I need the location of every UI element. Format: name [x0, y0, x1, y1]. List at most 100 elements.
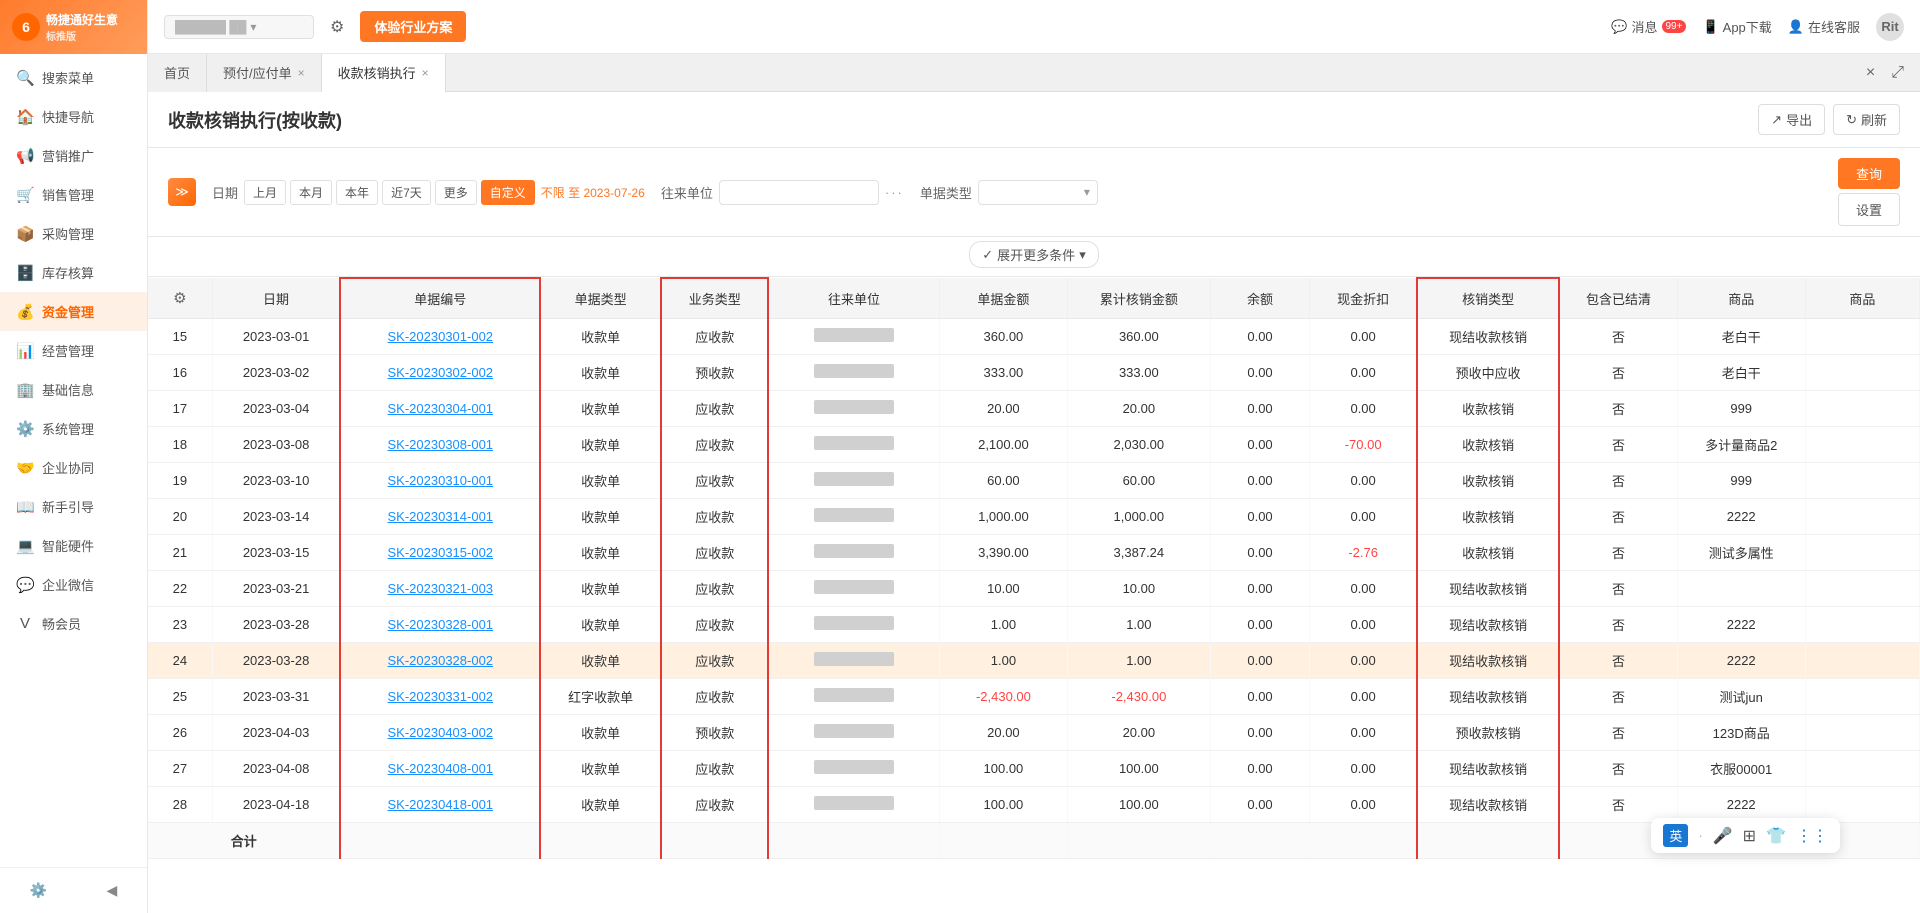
cell-accum: 100.00: [1068, 787, 1211, 823]
sidebar-label-finance: 资金管理: [42, 302, 94, 321]
topbar: ██████ ██ ▾ ⚙ 体验行业方案 💬 消息 99+ 📱 App下载 👤 …: [148, 0, 1920, 54]
doc-number-link[interactable]: SK-20230310-001: [388, 473, 494, 488]
table-row: 18 2023-03-08 SK-20230308-001 收款单 应收款 2,…: [148, 427, 1920, 463]
th-included: 包含已结清: [1559, 278, 1677, 319]
doc-number-link[interactable]: SK-20230308-001: [388, 437, 494, 452]
cell-biz-type: 预收款: [661, 355, 768, 391]
doc-number-link[interactable]: SK-20230403-002: [388, 725, 494, 740]
sidebar-item-marketing[interactable]: 📢营销推广: [0, 136, 147, 175]
sidebar-item-wechat[interactable]: 💬企业微信: [0, 565, 147, 604]
doc-number-link[interactable]: SK-20230408-001: [388, 761, 494, 776]
filter-toggle-button[interactable]: ≫: [168, 178, 196, 206]
sidebar-item-system[interactable]: ⚙️系统管理: [0, 409, 147, 448]
last-month-btn[interactable]: 上月: [244, 180, 286, 205]
ime-grid-icon[interactable]: ⊞: [1743, 826, 1756, 846]
tab-collection-close[interactable]: ×: [422, 66, 429, 80]
cell-accum: 60.00: [1068, 463, 1211, 499]
cell-number: SK-20230418-001: [340, 787, 540, 823]
sidebar-item-purchase[interactable]: 📦采购管理: [0, 214, 147, 253]
window-close-icon[interactable]: ×: [1860, 62, 1881, 84]
footer-balance: [1210, 823, 1310, 859]
doc-number-link[interactable]: SK-20230304-001: [388, 401, 494, 416]
doc-number-link[interactable]: SK-20230331-002: [388, 689, 494, 704]
logo-icon: 6: [12, 13, 40, 41]
cell-included: 否: [1559, 751, 1677, 787]
th-gear[interactable]: ⚙: [148, 278, 212, 319]
cell-included: 否: [1559, 319, 1677, 355]
page-header-actions: ↗ 导出 ↻ 刷新: [1758, 104, 1900, 147]
partner-filter-input[interactable]: [719, 180, 879, 205]
refresh-button[interactable]: ↻ 刷新: [1833, 104, 1900, 135]
sidebar-item-shortcut[interactable]: 🏠快捷导航: [0, 97, 147, 136]
collapse-icon[interactable]: ◀: [101, 876, 124, 905]
sidebar-item-corp[interactable]: 🤝企业协同: [0, 448, 147, 487]
cell-goods: 2222: [1677, 499, 1805, 535]
date-range-display: 不限 至 2023-07-26: [541, 184, 645, 201]
tab-prepay-close[interactable]: ×: [298, 66, 305, 80]
last-7-days-btn[interactable]: 近7天: [382, 180, 431, 205]
type-filter-group: 单据类型: [920, 180, 1098, 205]
doc-number-link[interactable]: SK-20230301-002: [388, 329, 494, 344]
partner-blur: [814, 472, 894, 486]
gear-icon[interactable]: ⚙: [326, 13, 348, 41]
cell-serial: 23: [148, 607, 212, 643]
refresh-icon: ↻: [1846, 112, 1857, 128]
cell-discount: -70.00: [1310, 427, 1417, 463]
sidebar-item-basics[interactable]: 🏢基础信息: [0, 370, 147, 409]
ime-mic-icon[interactable]: 🎤: [1713, 826, 1733, 846]
cell-goods: 测试多属性: [1677, 535, 1805, 571]
doc-number-link[interactable]: SK-20230418-001: [388, 797, 494, 812]
cell-number: SK-20230304-001: [340, 391, 540, 427]
export-button[interactable]: ↗ 导出: [1758, 104, 1825, 135]
ime-apps-icon[interactable]: ⋮⋮: [1796, 826, 1828, 846]
doc-number-link[interactable]: SK-20230328-002: [388, 653, 494, 668]
partner-blur: [814, 508, 894, 522]
query-button[interactable]: 查询: [1838, 158, 1900, 189]
cell-balance: 0.00: [1210, 427, 1310, 463]
doc-number-link[interactable]: SK-20230314-001: [388, 509, 494, 524]
solution-button[interactable]: 体验行业方案: [360, 11, 466, 42]
sidebar-item-sales[interactable]: 🛒销售管理: [0, 175, 147, 214]
app-download-action[interactable]: 📱 App下载: [1702, 17, 1771, 36]
tab-prepay[interactable]: 预付/应付单 ×: [207, 54, 322, 92]
message-action[interactable]: 💬 消息 99+: [1611, 17, 1686, 36]
sidebar-item-member[interactable]: V畅会员: [0, 604, 147, 643]
expand-conditions-button[interactable]: ✓ 展开更多条件 ▾: [969, 241, 1098, 268]
tab-collection[interactable]: 收款核销执行 ×: [322, 54, 446, 92]
custom-date-btn[interactable]: 自定义: [481, 180, 535, 205]
window-expand-icon[interactable]: ⤢: [1885, 62, 1910, 84]
sidebar-item-finance[interactable]: 💰资金管理: [0, 292, 147, 331]
sidebar-item-operations[interactable]: 📊经营管理: [0, 331, 147, 370]
cell-goods2: [1805, 463, 1919, 499]
ime-shirt-icon[interactable]: 👕: [1766, 826, 1786, 846]
cell-cancel-type: 现结收款核销: [1417, 679, 1560, 715]
settings-icon[interactable]: ⚙️: [24, 876, 53, 905]
gear-settings-icon[interactable]: ⚙: [173, 290, 186, 307]
cell-amount: 3,390.00: [939, 535, 1067, 571]
this-year-btn[interactable]: 本年: [336, 180, 378, 205]
more-date-btn[interactable]: 更多: [435, 180, 477, 205]
sidebar-item-guide[interactable]: 📖新手引导: [0, 487, 147, 526]
service-action[interactable]: 👤 在线客服: [1788, 17, 1860, 36]
sidebar-item-hardware[interactable]: 💻智能硬件: [0, 526, 147, 565]
data-table-wrap[interactable]: ⚙ 日期 单据编号 单据类型 业务类型 往来单位 单据金额 累计核销金额 余额 …: [148, 277, 1920, 913]
sidebar-item-inventory[interactable]: 🗄️库存核算: [0, 253, 147, 292]
tab-home[interactable]: 首页: [148, 54, 207, 92]
avatar[interactable]: Rit: [1876, 13, 1904, 41]
doc-number-link[interactable]: SK-20230328-001: [388, 617, 494, 632]
app-icon: 📱: [1702, 19, 1718, 35]
sidebar: 6 畅捷通好生意 标推版 🔍搜索菜单🏠快捷导航📢营销推广🛒销售管理📦采购管理🗄️…: [0, 0, 148, 913]
sidebar-item-search[interactable]: 🔍搜索菜单: [0, 58, 147, 97]
filter-dots[interactable]: ···: [885, 185, 904, 200]
company-select[interactable]: ██████ ██ ▾: [164, 15, 314, 39]
cell-date: 2023-03-02: [212, 355, 340, 391]
setting-button[interactable]: 设置: [1838, 193, 1900, 226]
this-month-btn[interactable]: 本月: [290, 180, 332, 205]
doc-number-link[interactable]: SK-20230302-002: [388, 365, 494, 380]
cell-cancel-type: 收款核销: [1417, 463, 1560, 499]
type-select[interactable]: [978, 180, 1098, 205]
sidebar-label-shortcut: 快捷导航: [42, 107, 94, 126]
doc-number-link[interactable]: SK-20230321-003: [388, 581, 494, 596]
expand-check-icon: ✓: [982, 247, 993, 263]
doc-number-link[interactable]: SK-20230315-002: [388, 545, 494, 560]
